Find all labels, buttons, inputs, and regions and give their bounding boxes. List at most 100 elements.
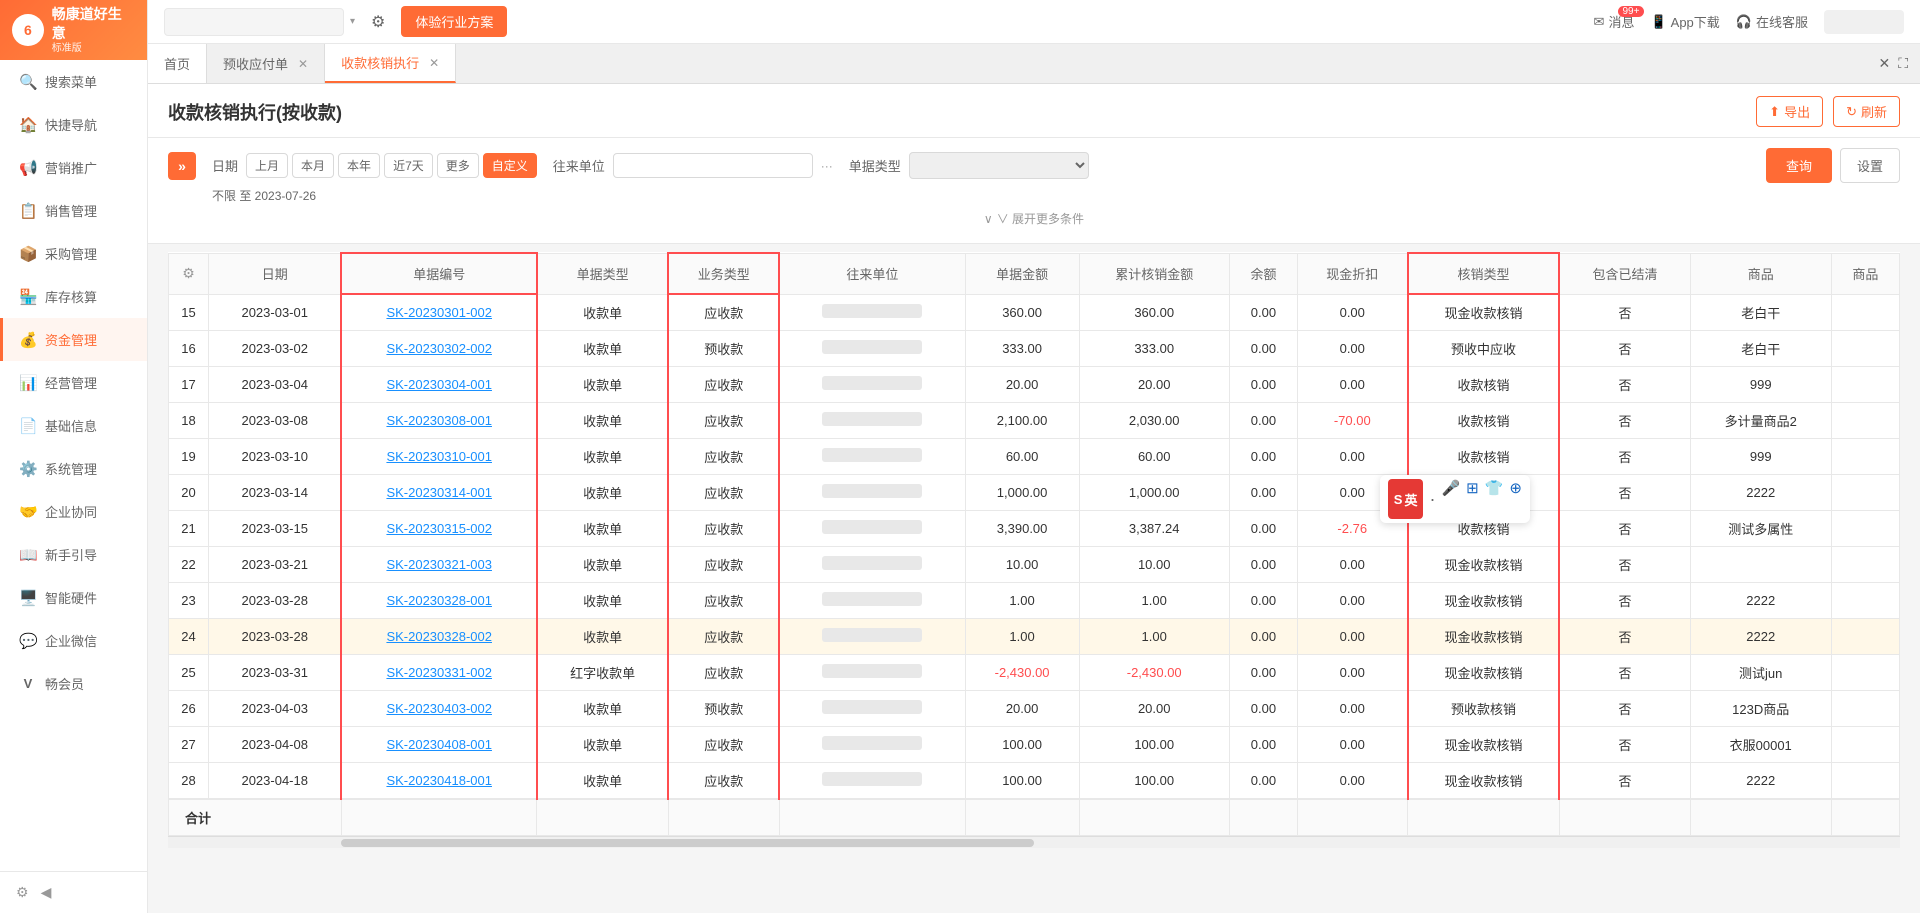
bill-no-cell[interactable]: SK-20230403-002 [341,691,537,727]
table-row[interactable]: 21 2023-03-15 SK-20230315-002 收款单 应收款 3,… [169,511,1900,547]
include-cleared-cell: 否 [1559,403,1690,439]
tab-prepay[interactable]: 预收应付单 ✕ [207,44,325,83]
dropdown-arrow-icon[interactable]: ▾ [350,16,355,27]
table-row[interactable]: 18 2023-03-08 SK-20230308-001 收款单 应收款 2,… [169,403,1900,439]
sidebar-item-inventory[interactable]: 🏪 库存核算 [0,275,147,318]
bill-no-cell[interactable]: SK-20230321-003 [341,547,537,583]
setting-btn[interactable]: 设置 [1840,148,1900,183]
scrollbar-thumb[interactable] [341,839,1034,847]
partner-input[interactable] [613,153,813,178]
bill-no-cell[interactable]: SK-20230301-002 [341,294,537,331]
filter-collapse-btn[interactable]: » [168,152,196,180]
bill-no-cell[interactable]: SK-20230304-001 [341,367,537,403]
bill-no-cell[interactable]: SK-20230314-001 [341,475,537,511]
collapse-icon[interactable]: ◀ [41,884,52,901]
date-btn-7days[interactable]: 近7天 [384,153,433,178]
app-download-item[interactable]: 📱 App下载 [1650,12,1719,31]
sidebar-item-guide[interactable]: 📖 新手引导 [0,533,147,576]
sidebar-item-wechat[interactable]: 💬 企业微信 [0,619,147,662]
topbar-gear-icon[interactable]: ⚙ [371,12,385,32]
table-row[interactable]: 25 2023-03-31 SK-20230331-002 红字收款单 应收款 … [169,655,1900,691]
bill-no-link[interactable]: SK-20230314-001 [386,485,492,500]
shirt-btn[interactable]: 👕 [1485,479,1504,519]
bill-no-link[interactable]: SK-20230328-002 [386,629,492,644]
bill-no-cell[interactable]: SK-20230315-002 [341,511,537,547]
date-btn-custom[interactable]: 自定义 [483,153,537,178]
sidebar-item-search[interactable]: 🔍 搜索菜单 [0,60,147,103]
bill-no-cell[interactable]: SK-20230328-001 [341,583,537,619]
search-input-placeholder[interactable] [164,8,344,36]
date-btn-last-month[interactable]: 上月 [246,153,288,178]
online-service-item[interactable]: 🎧 在线客服 [1736,12,1808,31]
bill-no-cell[interactable]: SK-20230328-002 [341,619,537,655]
translate-btn[interactable]: S 英 [1388,479,1424,519]
bill-no-link[interactable]: SK-20230315-002 [386,521,492,536]
bill-no-cell[interactable]: SK-20230302-002 [341,331,537,367]
sidebar-item-hardware[interactable]: 🖥️ 智能硬件 [0,576,147,619]
column-settings-icon[interactable]: ⚙ [182,265,195,281]
date-btn-this-month[interactable]: 本月 [292,153,334,178]
tab-close-ctrl[interactable]: ✕ [1878,55,1890,72]
sidebar-item-shortcut[interactable]: 🏠 快捷导航 [0,103,147,146]
bill-no-cell[interactable]: SK-20230418-001 [341,763,537,800]
bill-no-link[interactable]: SK-20230403-002 [386,701,492,716]
sidebar-item-base[interactable]: 📄 基础信息 [0,404,147,447]
sidebar-item-operations[interactable]: 📊 经营管理 [0,361,147,404]
table-row[interactable]: 23 2023-03-28 SK-20230328-001 收款单 应收款 1.… [169,583,1900,619]
col-settings-header[interactable]: ⚙ [169,253,209,294]
sidebar-item-member[interactable]: V 畅会员 [0,662,147,705]
date-btn-this-year[interactable]: 本年 [338,153,380,178]
bill-no-cell[interactable]: SK-20230308-001 [341,403,537,439]
tab-home[interactable]: 首页 [148,44,207,83]
bill-no-cell[interactable]: SK-20230331-002 [341,655,537,691]
sidebar-item-finance[interactable]: 💰 资金管理 [0,318,147,361]
settings-icon[interactable]: ⚙ [16,884,29,901]
bill-type-select[interactable] [909,152,1089,179]
bill-no-link[interactable]: SK-20230328-001 [386,593,492,608]
table-row[interactable]: 22 2023-03-21 SK-20230321-003 收款单 应收款 10… [169,547,1900,583]
table-row[interactable]: 26 2023-04-03 SK-20230403-002 收款单 预收款 20… [169,691,1900,727]
tab-receipt-verify[interactable]: 收款核销执行 ✕ [325,44,456,83]
bill-no-link[interactable]: SK-20230301-002 [386,305,492,320]
table-row[interactable]: 16 2023-03-02 SK-20230302-002 收款单 预收款 33… [169,331,1900,367]
bill-no-cell[interactable]: SK-20230408-001 [341,727,537,763]
sidebar-item-collab[interactable]: 🤝 企业协同 [0,490,147,533]
tab-prepay-close[interactable]: ✕ [298,57,308,71]
plus-btn[interactable]: ⊕ [1509,479,1522,519]
industry-btn[interactable]: 体验行业方案 [401,6,507,37]
refresh-btn[interactable]: ↻ 刷新 [1833,96,1900,127]
table-row[interactable]: 20 2023-03-14 SK-20230314-001 收款单 应收款 1,… [169,475,1900,511]
table-row[interactable]: 28 2023-04-18 SK-20230418-001 收款单 应收款 10… [169,763,1900,800]
date-btn-more[interactable]: 更多 [437,153,479,178]
mic-btn[interactable]: 🎤 [1441,479,1460,519]
messages-item[interactable]: ✉ 消息 99+ [1594,12,1635,31]
grid-btn[interactable]: ⊞ [1466,479,1479,519]
sidebar-item-purchase[interactable]: 📦 采购管理 [0,232,147,275]
bill-no-link[interactable]: SK-20230418-001 [386,773,492,788]
sidebar-item-system[interactable]: ⚙️ 系统管理 [0,447,147,490]
table-row[interactable]: 27 2023-04-08 SK-20230408-001 收款单 应收款 10… [169,727,1900,763]
export-btn[interactable]: ⬆ 导出 [1756,96,1823,127]
bill-no-link[interactable]: SK-20230304-001 [386,377,492,392]
scrollbar-area[interactable] [168,836,1900,848]
table-row[interactable]: 15 2023-03-01 SK-20230301-002 收款单 应收款 36… [169,294,1900,331]
table-row[interactable]: 19 2023-03-10 SK-20230310-001 收款单 应收款 60… [169,439,1900,475]
bill-no-link[interactable]: SK-20230331-002 [386,665,492,680]
bill-no-link[interactable]: SK-20230310-001 [386,449,492,464]
sidebar-item-marketing[interactable]: 📢 营销推广 [0,146,147,189]
table-row[interactable]: 17 2023-03-04 SK-20230304-001 收款单 应收款 20… [169,367,1900,403]
query-btn[interactable]: 查询 [1766,148,1832,183]
table-row[interactable]: 24 2023-03-28 SK-20230328-002 收款单 应收款 1.… [169,619,1900,655]
partner-cell [779,367,965,403]
footer-balance [1229,799,1297,836]
bill-no-link[interactable]: SK-20230321-003 [386,557,492,572]
online-service-label: 在线客服 [1756,12,1808,31]
bill-no-link[interactable]: SK-20230308-001 [386,413,492,428]
bill-no-link[interactable]: SK-20230302-002 [386,341,492,356]
tab-maximize-ctrl[interactable]: ⛶ [1898,55,1908,72]
bill-no-cell[interactable]: SK-20230310-001 [341,439,537,475]
filter-expand-btn[interactable]: ∨ ∨ 展开更多条件 [168,204,1900,233]
sidebar-item-sales[interactable]: 📋 销售管理 [0,189,147,232]
bill-no-link[interactable]: SK-20230408-001 [386,737,492,752]
tab-receipt-close[interactable]: ✕ [429,56,439,70]
